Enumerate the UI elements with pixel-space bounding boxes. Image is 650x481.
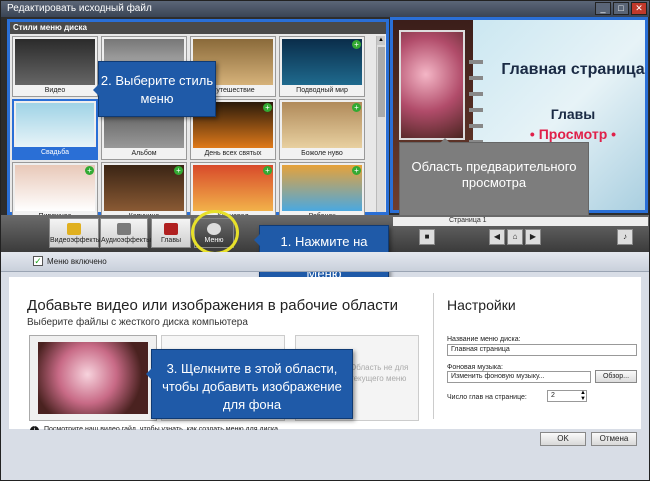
style-tile[interactable]: +Пирожное — [12, 162, 98, 223]
menu-enabled-label: Меню включено — [47, 257, 107, 266]
main-heading: Добавьте видео или изображения в рабочие… — [27, 297, 398, 314]
background-thumbnail — [38, 342, 148, 414]
video-effects-icon — [67, 223, 81, 235]
add-icon: + — [352, 103, 361, 112]
add-icon: + — [174, 166, 183, 175]
preview-area-note: Область предварительного просмотра — [399, 138, 589, 222]
editor-window: Редактировать исходный файл _ □ ✕ Стили … — [0, 0, 650, 481]
prev-icon[interactable]: ◀ — [489, 229, 505, 245]
styles-panel-header: Стили меню диска — [10, 22, 386, 34]
chapters-button[interactable]: Главы — [151, 218, 191, 248]
next-icon[interactable]: ▶ — [525, 229, 541, 245]
style-tile[interactable]: +Капучино — [101, 162, 187, 223]
chapters-spinner-icon[interactable]: ▲ ▼ — [579, 390, 587, 402]
style-label: Подводный мир — [280, 85, 364, 96]
chapters-icon — [164, 223, 178, 235]
preview-chapters: Главы — [550, 106, 596, 122]
add-icon: + — [85, 166, 94, 175]
preview-page-tab[interactable]: Страница 1 — [393, 217, 648, 226]
menu-button-highlight — [191, 210, 239, 255]
style-tile[interactable]: + Божоле нуво — [279, 99, 365, 160]
chapters-per-page-label: Число глав на странице: — [447, 394, 527, 401]
menu-tabstrip: ✓ Меню включено — [1, 252, 649, 272]
style-tile[interactable]: + Подводный мир — [279, 36, 365, 97]
preview-photo — [399, 30, 465, 140]
audio-effects-label: Аудиоэффекты — [101, 237, 152, 244]
add-icon: + — [352, 40, 361, 49]
music-field[interactable]: Изменить фоновую музыку... — [447, 371, 591, 383]
music-label: Фоновая музыка: — [447, 364, 503, 371]
minimize-button[interactable]: _ — [595, 2, 611, 15]
title-bar: Редактировать исходный файл _ □ ✕ — [1, 1, 649, 17]
notebook-rings — [469, 60, 483, 150]
browse-button[interactable]: Обзор... — [595, 370, 637, 383]
scroll-thumb[interactable] — [378, 47, 385, 117]
style-label: Свадьба — [14, 147, 96, 158]
cancel-button[interactable]: Отмена — [591, 432, 637, 446]
audio-effects-icon — [117, 223, 131, 235]
menu-styles-panel: Стили меню диска Видео Путешествие + Подв… — [7, 19, 389, 223]
style-label: Божоле нуво — [280, 148, 364, 159]
styles-scrollbar[interactable]: ▲ — [376, 36, 385, 212]
add-icon: + — [263, 103, 272, 112]
callout-add-background: 3. Щелкните в этой области, чтобы добави… — [146, 349, 353, 419]
volume-icon[interactable]: ♪ — [617, 229, 633, 245]
menu-name-label: Название меню диска: — [447, 336, 521, 343]
settings-divider — [433, 293, 434, 419]
settings-title: Настройки — [447, 297, 516, 313]
add-icon: + — [352, 166, 361, 175]
add-icon: + — [263, 166, 272, 175]
main-subheading: Выберите файлы с жесткого диска компьюте… — [27, 317, 248, 328]
style-tile[interactable]: +Ребенок — [279, 162, 365, 223]
home-icon[interactable]: ⌂ — [507, 229, 523, 245]
callout-choose-style: 2. Выберите стиль меню — [93, 61, 216, 117]
style-tile-selected[interactable]: Свадьба — [12, 99, 98, 160]
chapters-label: Главы — [160, 237, 182, 244]
menu-enabled-checkbox[interactable]: ✓ — [33, 256, 43, 266]
maximize-button[interactable]: □ — [613, 2, 629, 15]
window-title: Редактировать исходный файл — [7, 3, 152, 14]
scroll-up-icon[interactable]: ▲ — [377, 36, 385, 45]
preview-menu-title: Главная страница — [501, 61, 645, 78]
style-label: Альбом — [102, 148, 186, 159]
menu-name-field[interactable]: Главная страница — [447, 344, 637, 356]
close-button[interactable]: ✕ — [631, 2, 647, 15]
preview-view: • Просмотр • — [529, 126, 617, 142]
ok-button[interactable]: OK — [540, 432, 586, 446]
video-effects-label: Видеоэффекты — [50, 237, 101, 244]
preview-controls: ■ ◀ ⌂ ▶ ♪ — [393, 229, 648, 251]
stop-icon[interactable]: ■ — [419, 229, 435, 245]
style-label: День всех святых — [191, 148, 275, 159]
video-effects-button[interactable]: Видеоэффекты — [49, 218, 101, 248]
audio-effects-button[interactable]: Аудиоэффекты — [100, 218, 152, 248]
